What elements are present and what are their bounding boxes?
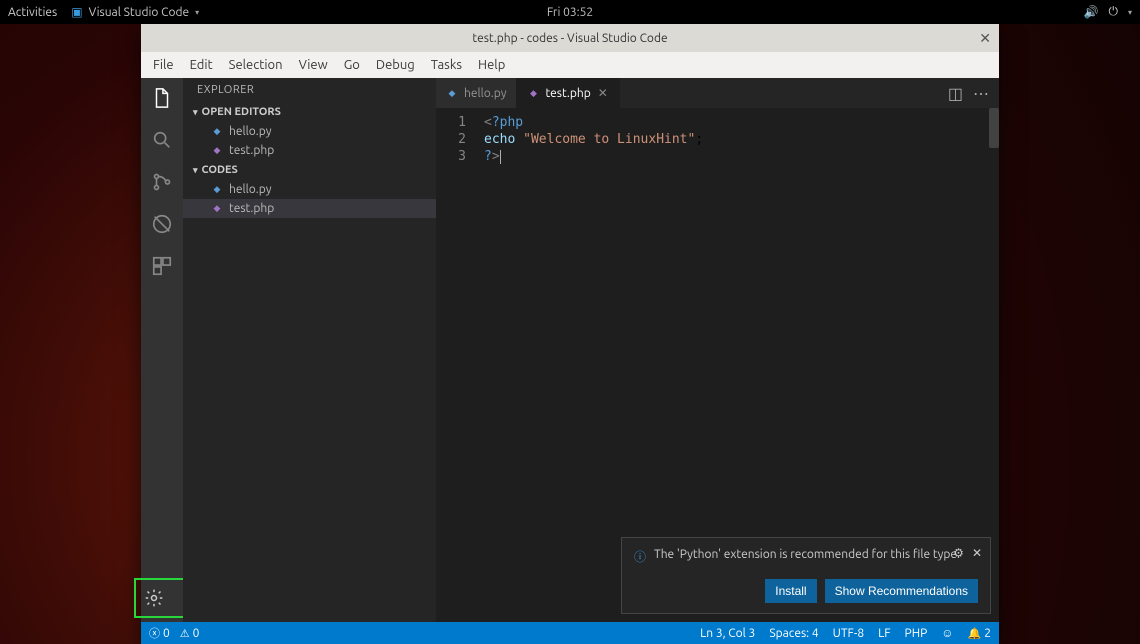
install-button[interactable]: Install bbox=[765, 579, 816, 603]
menu-go[interactable]: Go bbox=[336, 56, 368, 74]
extensions-icon[interactable] bbox=[150, 254, 174, 278]
code-token: echo bbox=[484, 132, 523, 147]
code-token: < bbox=[484, 115, 492, 130]
more-actions-icon[interactable]: ⋯ bbox=[973, 84, 989, 103]
php-file-icon: ◆ bbox=[211, 203, 223, 215]
status-feedback-icon[interactable]: ☺ bbox=[941, 626, 953, 640]
status-spaces[interactable]: Spaces: 4 bbox=[769, 627, 818, 640]
folder-header[interactable]: CODES bbox=[183, 160, 436, 180]
vscode-app-icon: ▣ bbox=[71, 5, 82, 19]
file-tree-label: test.php bbox=[229, 202, 274, 215]
text-cursor bbox=[500, 150, 501, 164]
open-editor-label: test.php bbox=[229, 144, 274, 157]
chevron-down-icon: ▾ bbox=[195, 8, 199, 17]
line-gutter: 1 2 3 bbox=[436, 108, 476, 622]
line-number: 3 bbox=[436, 148, 466, 165]
python-file-icon: ◆ bbox=[211, 126, 223, 138]
open-editor-item[interactable]: ◆ hello.py bbox=[183, 122, 436, 141]
open-editor-label: hello.py bbox=[229, 125, 271, 138]
code-token: "Welcome to LinuxHint" bbox=[523, 132, 695, 147]
status-bar: ⓧ0 ⚠0 Ln 3, Col 3 Spaces: 4 UTF-8 LF PHP… bbox=[141, 622, 999, 644]
clock[interactable]: Fri 03:52 bbox=[547, 6, 593, 19]
explorer-icon[interactable] bbox=[150, 86, 174, 110]
notification-gear-icon[interactable]: ⚙ bbox=[953, 546, 964, 560]
php-file-icon: ◆ bbox=[211, 145, 223, 157]
menu-debug[interactable]: Debug bbox=[368, 56, 423, 74]
status-language[interactable]: PHP bbox=[905, 627, 928, 640]
php-file-icon: ◆ bbox=[527, 87, 539, 99]
gnome-top-bar: Activities ▣ Visual Studio Code ▾ Fri 03… bbox=[0, 0, 1140, 24]
line-number: 2 bbox=[436, 131, 466, 148]
explorer-sidebar: EXPLORER OPEN EDITORS ◆ hello.py ◆ test.… bbox=[183, 78, 436, 622]
tab-test-php[interactable]: ◆ test.php ✕ bbox=[517, 78, 619, 108]
menu-view[interactable]: View bbox=[291, 56, 336, 74]
app-indicator-label: Visual Studio Code bbox=[89, 6, 190, 19]
status-errors[interactable]: ⓧ0 bbox=[149, 625, 170, 641]
menu-tasks[interactable]: Tasks bbox=[423, 56, 470, 74]
notification-close-icon[interactable]: ✕ bbox=[972, 546, 982, 560]
open-editor-item[interactable]: ◆ test.php bbox=[183, 141, 436, 160]
python-file-icon: ◆ bbox=[211, 184, 223, 196]
app-indicator[interactable]: ▣ Visual Studio Code ▾ bbox=[71, 5, 199, 19]
bell-icon: 🔔 bbox=[968, 627, 982, 640]
notification-message: The 'Python' extension is recommended fo… bbox=[654, 548, 960, 565]
code-token: php bbox=[500, 115, 523, 130]
file-tree-label: hello.py bbox=[229, 183, 271, 196]
power-icon[interactable]: ⏻ bbox=[1108, 5, 1118, 19]
tab-bar: ◆ hello.py ◆ test.php ✕ ◫ ⋯ bbox=[436, 78, 999, 108]
code-token: > bbox=[492, 149, 500, 164]
status-warnings-count: 0 bbox=[193, 627, 200, 640]
menu-bar: File Edit Selection View Go Debug Tasks … bbox=[141, 52, 999, 78]
status-encoding[interactable]: UTF-8 bbox=[833, 627, 864, 640]
volume-icon[interactable]: 🔊 bbox=[1084, 5, 1099, 19]
file-tree-item[interactable]: ◆ test.php bbox=[183, 199, 436, 218]
activity-bar bbox=[141, 78, 183, 622]
code-token: ; bbox=[695, 132, 703, 147]
tab-label: test.php bbox=[545, 87, 590, 100]
error-icon: ⓧ bbox=[149, 625, 160, 641]
search-icon[interactable] bbox=[150, 128, 174, 152]
tab-hello-py[interactable]: ◆ hello.py bbox=[436, 78, 517, 108]
status-notifications[interactable]: 🔔2 bbox=[968, 627, 991, 640]
warning-icon: ⚠ bbox=[180, 627, 190, 640]
file-tree-item[interactable]: ◆ hello.py bbox=[183, 180, 436, 199]
line-number: 1 bbox=[436, 114, 466, 131]
tab-label: hello.py bbox=[464, 87, 506, 100]
status-warnings[interactable]: ⚠0 bbox=[180, 627, 200, 640]
recommendation-notification: ⚙ ✕ ⓘ The 'Python' extension is recommen… bbox=[621, 537, 991, 614]
info-icon: ⓘ bbox=[634, 548, 646, 565]
menu-file[interactable]: File bbox=[145, 56, 182, 74]
open-editors-header[interactable]: OPEN EDITORS bbox=[183, 102, 436, 122]
chevron-down-icon[interactable]: ▾ bbox=[1128, 8, 1132, 17]
sidebar-title: EXPLORER bbox=[183, 78, 436, 102]
source-control-icon[interactable] bbox=[150, 170, 174, 194]
menu-help[interactable]: Help bbox=[470, 56, 513, 74]
vertical-scrollbar[interactable] bbox=[989, 108, 999, 148]
status-eol[interactable]: LF bbox=[878, 627, 890, 640]
status-lncol[interactable]: Ln 3, Col 3 bbox=[700, 627, 755, 640]
gear-icon[interactable] bbox=[142, 586, 166, 610]
settings-highlight bbox=[134, 578, 186, 618]
show-recommendations-button[interactable]: Show Recommendations bbox=[825, 579, 978, 603]
editor-area: ◆ hello.py ◆ test.php ✕ ◫ ⋯ 1 2 3 bbox=[436, 78, 999, 622]
status-notifications-count: 2 bbox=[984, 627, 991, 640]
tab-close-icon[interactable]: ✕ bbox=[597, 86, 609, 100]
menu-edit[interactable]: Edit bbox=[182, 56, 221, 74]
window-titlebar[interactable]: test.php - codes - Visual Studio Code ✕ bbox=[141, 24, 999, 52]
code-token: ? bbox=[492, 115, 500, 130]
vscode-window: test.php - codes - Visual Studio Code ✕ … bbox=[141, 24, 999, 644]
debug-icon[interactable] bbox=[150, 212, 174, 236]
status-errors-count: 0 bbox=[163, 627, 170, 640]
python-file-icon: ◆ bbox=[446, 87, 458, 99]
code-token: ? bbox=[484, 149, 492, 164]
window-title: test.php - codes - Visual Studio Code bbox=[472, 32, 667, 45]
split-editor-icon[interactable]: ◫ bbox=[948, 84, 963, 103]
window-close-button[interactable]: ✕ bbox=[979, 30, 991, 47]
menu-selection[interactable]: Selection bbox=[221, 56, 291, 74]
activities-button[interactable]: Activities bbox=[8, 6, 57, 19]
